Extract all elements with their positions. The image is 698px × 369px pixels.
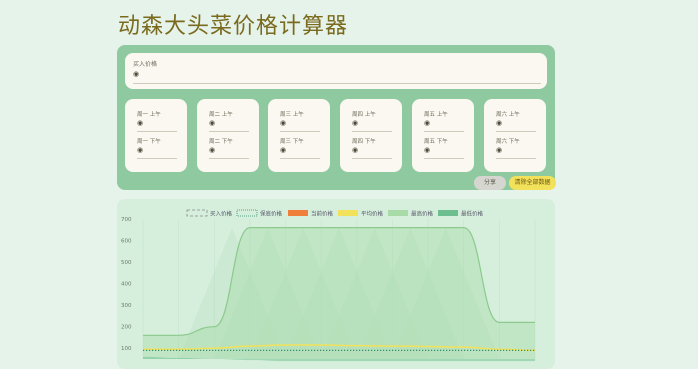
legend-swatch	[288, 210, 308, 216]
price-slot-label: 周一 下午	[137, 139, 161, 145]
legend-swatch	[438, 210, 458, 216]
price-slot-label: 周一 上午	[137, 112, 161, 118]
legend-label: 当前价格	[311, 209, 334, 217]
price-slot-label: 周六 下午	[496, 139, 520, 145]
turnip-icon: ◉	[352, 146, 359, 154]
price-slot-label: 周五 上午	[424, 112, 448, 118]
price-chart: 100 200 300 400 500 600 700 买入价格 保底价格 当前价格 平均价格 最高价…	[121, 209, 536, 362]
y-tick-label: 200	[121, 325, 132, 331]
buy-price-input[interactable]	[133, 83, 541, 84]
chart-panel: 100 200 300 400 500 600 700 买入价格 保底价格 当前价格 平均价格 最高价…	[117, 199, 555, 369]
price-slot-label: 周五 下午	[424, 139, 448, 145]
day-card: 周五 上午 ◉ 周五 下午 ◉	[412, 99, 474, 172]
price-slot-input[interactable]	[209, 131, 249, 132]
day-card: 周二 上午 ◉ 周二 下午 ◉	[197, 99, 259, 172]
price-slot-input[interactable]	[137, 158, 177, 159]
turnip-icon: ◉	[280, 146, 287, 154]
price-slot-input[interactable]	[280, 158, 320, 159]
y-tick-label: 700	[121, 217, 132, 223]
turnip-icon: ◉	[209, 146, 216, 154]
price-slot-label: 周四 上午	[352, 112, 376, 118]
turnip-icon: ◉	[133, 70, 140, 78]
price-slot-label: 周四 下午	[352, 139, 376, 145]
legend-label: 最高价格	[411, 209, 434, 217]
turnip-icon: ◉	[496, 119, 503, 127]
turnip-icon: ◉	[280, 119, 287, 127]
y-tick-label: 600	[121, 239, 132, 245]
legend-swatch	[186, 209, 208, 217]
y-tick-label: 500	[121, 260, 132, 266]
day-card: 周六 上午 ◉ 周六 下午 ◉	[484, 99, 546, 172]
legend-label: 买入价格	[210, 209, 233, 217]
price-slot-input[interactable]	[424, 131, 464, 132]
legend-swatch	[236, 209, 258, 217]
turnip-icon: ◉	[137, 146, 144, 154]
price-slot-input[interactable]	[352, 158, 392, 159]
price-slot-input[interactable]	[137, 131, 177, 132]
legend-label: 最低价格	[461, 209, 484, 217]
price-slot-input[interactable]	[496, 131, 536, 132]
price-slot-input[interactable]	[352, 131, 392, 132]
price-slot-label: 周二 下午	[209, 139, 233, 145]
legend-label: 保底价格	[260, 209, 283, 217]
buy-price-label: 买入价格	[133, 61, 158, 68]
clear-all-button[interactable]: 清除全部数据	[509, 176, 556, 190]
legend-swatch	[388, 210, 408, 216]
legend-swatch	[338, 210, 358, 216]
turnip-icon: ◉	[424, 119, 431, 127]
y-tick-label: 400	[121, 282, 132, 288]
price-slot-label: 周三 下午	[280, 139, 304, 145]
buy-price-card: 买入价格 ◉	[125, 53, 547, 89]
price-slot-label: 周二 上午	[209, 112, 233, 118]
turnip-icon: ◉	[209, 119, 216, 127]
price-slot-input[interactable]	[209, 158, 249, 159]
legend-label: 平均价格	[361, 209, 384, 217]
page-title: 动森大头菜价格计算器	[118, 14, 349, 39]
turnip-icon: ◉	[352, 119, 359, 127]
price-slot-input[interactable]	[496, 158, 536, 159]
price-slot-input[interactable]	[280, 131, 320, 132]
turnip-icon: ◉	[137, 119, 144, 127]
day-card: 周四 上午 ◉ 周四 下午 ◉	[340, 99, 402, 172]
price-slot-input[interactable]	[424, 158, 464, 159]
price-slot-label: 周六 上午	[496, 112, 520, 118]
day-card: 周三 上午 ◉ 周三 下午 ◉	[268, 99, 330, 172]
share-button[interactable]: 分享	[474, 176, 506, 190]
turnip-icon: ◉	[424, 146, 431, 154]
y-tick-label: 300	[121, 303, 132, 309]
turnip-icon: ◉	[496, 146, 503, 154]
y-tick-label: 100	[121, 346, 132, 352]
day-card: 周一 上午 ◉ 周一 下午 ◉	[125, 99, 187, 172]
price-slot-label: 周三 上午	[280, 112, 304, 118]
